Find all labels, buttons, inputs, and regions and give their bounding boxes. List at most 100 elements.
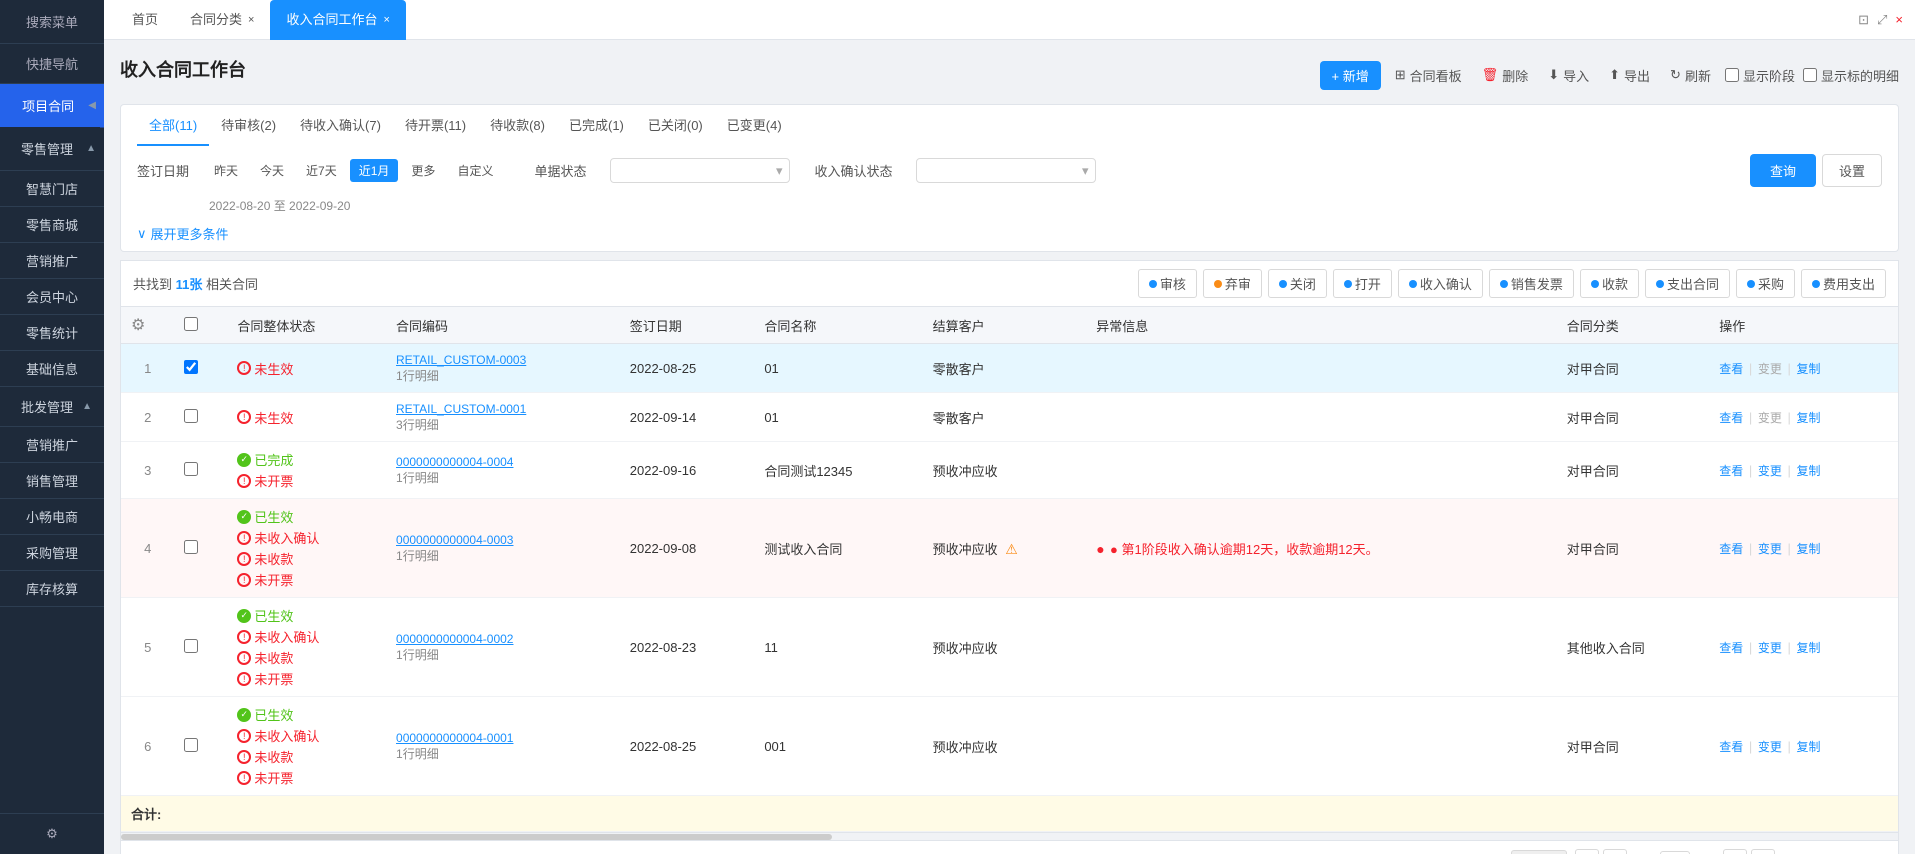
- export-button[interactable]: ⬆ 导出: [1603, 64, 1656, 87]
- show-segment-checkbox[interactable]: [1725, 68, 1739, 82]
- sidebar-nav[interactable]: 快捷导航: [0, 44, 104, 84]
- sidebar-item-sales-mgmt[interactable]: 销售管理: [0, 463, 104, 499]
- filter-tab-all[interactable]: 全部(11): [137, 105, 209, 146]
- change-link-4[interactable]: 变更: [1758, 542, 1782, 556]
- sidebar-item-retail-mgmt[interactable]: 零售管理 ▲: [0, 127, 104, 171]
- filter-tab-pending-review[interactable]: 待审核(2): [209, 105, 288, 146]
- sidebar-item-stock-settle[interactable]: 库存核算: [0, 571, 104, 607]
- sidebar-item-wholesale-mgmt[interactable]: 批发管理 ▲: [0, 387, 104, 427]
- copy-link-6[interactable]: 复制: [1797, 740, 1821, 754]
- filter-tab-completed[interactable]: 已完成(1): [557, 105, 636, 146]
- doc-status-select[interactable]: [610, 158, 790, 183]
- prev-page-button[interactable]: ◀: [1603, 849, 1627, 854]
- row-select-6[interactable]: [184, 738, 198, 752]
- contract-board-button[interactable]: ⊞ 合同看板: [1389, 64, 1468, 87]
- contract-code-link-3[interactable]: 0000000000004-0004: [396, 455, 513, 469]
- filter-tab-pending-invoice[interactable]: 待开票(11): [393, 105, 478, 146]
- action-open[interactable]: 打开: [1333, 269, 1392, 298]
- action-receipt[interactable]: 收款: [1580, 269, 1639, 298]
- row-select-2[interactable]: [184, 409, 198, 423]
- contract-code-link-2[interactable]: RETAIL_CUSTOM-0001: [396, 402, 526, 416]
- query-button[interactable]: 查询: [1750, 154, 1816, 187]
- copy-link-5[interactable]: 复制: [1797, 641, 1821, 655]
- tab-income-contract[interactable]: 收入合同工作台 ×: [270, 0, 405, 40]
- sidebar-item-xiaochange[interactable]: 小畅电商: [0, 499, 104, 535]
- contract-code-link-1[interactable]: RETAIL_CUSTOM-0003: [396, 353, 526, 367]
- action-purchase[interactable]: 采购: [1736, 269, 1795, 298]
- restore-icon[interactable]: ⊡: [1858, 12, 1869, 28]
- action-outgoing-contract[interactable]: 支出合同: [1645, 269, 1730, 298]
- refresh-button[interactable]: ↻ 刷新: [1664, 64, 1717, 87]
- set-button[interactable]: 设置: [1822, 154, 1882, 187]
- close-tab-contract-category[interactable]: ×: [248, 0, 254, 40]
- tab-home[interactable]: 首页: [116, 0, 174, 40]
- page-current-input[interactable]: 1: [1660, 851, 1690, 854]
- view-link-6[interactable]: 查看: [1719, 740, 1743, 754]
- contract-code-link-4[interactable]: 0000000000004-0003: [396, 533, 513, 547]
- page-size-select[interactable]: 50 100: [1511, 850, 1567, 854]
- show-label-detail-check[interactable]: 显示标的明细: [1803, 66, 1899, 85]
- view-link-1[interactable]: 查看: [1719, 362, 1743, 376]
- close-window-icon[interactable]: ×: [1895, 12, 1903, 27]
- copy-link-1[interactable]: 复制: [1797, 362, 1821, 376]
- change-link-3[interactable]: 变更: [1758, 464, 1782, 478]
- import-button[interactable]: ⬇ 导入: [1542, 64, 1595, 87]
- income-confirm-status-select[interactable]: [916, 158, 1096, 183]
- expand-more-button[interactable]: ∨ 展开更多条件: [137, 224, 229, 243]
- last-page-button[interactable]: ▶|: [1751, 849, 1775, 854]
- filter-tab-closed[interactable]: 已关闭(0): [636, 105, 715, 146]
- sidebar-item-project[interactable]: 项目合同 ◀: [0, 84, 104, 127]
- show-label-detail-checkbox[interactable]: [1803, 68, 1817, 82]
- row-select-3[interactable]: [184, 462, 198, 476]
- view-link-2[interactable]: 查看: [1719, 411, 1743, 425]
- sidebar-item-retail-stats[interactable]: 零售统计: [0, 315, 104, 351]
- date-btn-last7[interactable]: 近7天: [297, 159, 346, 182]
- date-btn-custom[interactable]: 自定义: [448, 159, 502, 182]
- change-link-2[interactable]: 变更: [1758, 411, 1782, 425]
- contract-code-link-5[interactable]: 0000000000004-0002: [396, 632, 513, 646]
- row-select-1[interactable]: [184, 360, 198, 374]
- row-select-4[interactable]: [184, 540, 198, 554]
- action-income-confirm[interactable]: 收入确认: [1398, 269, 1483, 298]
- date-btn-today[interactable]: 今天: [251, 159, 293, 182]
- change-link-5[interactable]: 变更: [1758, 641, 1782, 655]
- sidebar-item-marketing[interactable]: 营销推广: [0, 243, 104, 279]
- column-settings-icon[interactable]: ⚙: [131, 317, 145, 334]
- view-link-5[interactable]: 查看: [1719, 641, 1743, 655]
- contract-code-link-6[interactable]: 0000000000004-0001: [396, 731, 513, 745]
- new-button[interactable]: + 新增: [1320, 61, 1381, 90]
- date-btn-yesterday[interactable]: 昨天: [205, 159, 247, 182]
- sidebar-item-basic-info[interactable]: 基础信息: [0, 351, 104, 387]
- show-segment-check[interactable]: 显示阶段: [1725, 66, 1795, 85]
- close-tab-income-contract[interactable]: ×: [383, 0, 389, 40]
- filter-tab-pending-receipt[interactable]: 待收款(8): [478, 105, 557, 146]
- change-link-1[interactable]: 变更: [1758, 362, 1782, 376]
- action-review[interactable]: 审核: [1138, 269, 1197, 298]
- action-abandon[interactable]: 弃审: [1203, 269, 1262, 298]
- filter-tab-pending-income-confirm[interactable]: 待收入确认(7): [288, 105, 393, 146]
- delete-button[interactable]: 🗑 删除: [1476, 64, 1535, 87]
- copy-link-3[interactable]: 复制: [1797, 464, 1821, 478]
- maximize-icon[interactable]: ⤢: [1877, 12, 1887, 28]
- action-close[interactable]: 关闭: [1268, 269, 1327, 298]
- change-link-6[interactable]: 变更: [1758, 740, 1782, 754]
- action-sales-invoice[interactable]: 销售发票: [1489, 269, 1574, 298]
- sidebar-item-retail-mall[interactable]: 零售商城: [0, 207, 104, 243]
- sidebar-settings[interactable]: ⚙: [0, 813, 104, 854]
- sidebar-search[interactable]: 搜索菜单: [0, 0, 104, 44]
- sidebar-item-marketing2[interactable]: 营销推广: [0, 427, 104, 463]
- action-expense-out[interactable]: 费用支出: [1801, 269, 1886, 298]
- tab-contract-category[interactable]: 合同分类 ×: [174, 0, 270, 40]
- sidebar-item-member[interactable]: 会员中心: [0, 279, 104, 315]
- sidebar-item-purchase-mgmt[interactable]: 采购管理: [0, 535, 104, 571]
- sidebar-item-smart-store[interactable]: 智慧门店: [0, 171, 104, 207]
- copy-link-2[interactable]: 复制: [1797, 411, 1821, 425]
- view-link-4[interactable]: 查看: [1719, 542, 1743, 556]
- row-select-5[interactable]: [184, 639, 198, 653]
- first-page-button[interactable]: |◀: [1575, 849, 1599, 854]
- filter-tab-changed[interactable]: 已变更(4): [715, 105, 794, 146]
- date-btn-more[interactable]: 更多: [402, 159, 444, 182]
- view-link-3[interactable]: 查看: [1719, 464, 1743, 478]
- copy-link-4[interactable]: 复制: [1797, 542, 1821, 556]
- select-all-checkbox[interactable]: [184, 317, 198, 331]
